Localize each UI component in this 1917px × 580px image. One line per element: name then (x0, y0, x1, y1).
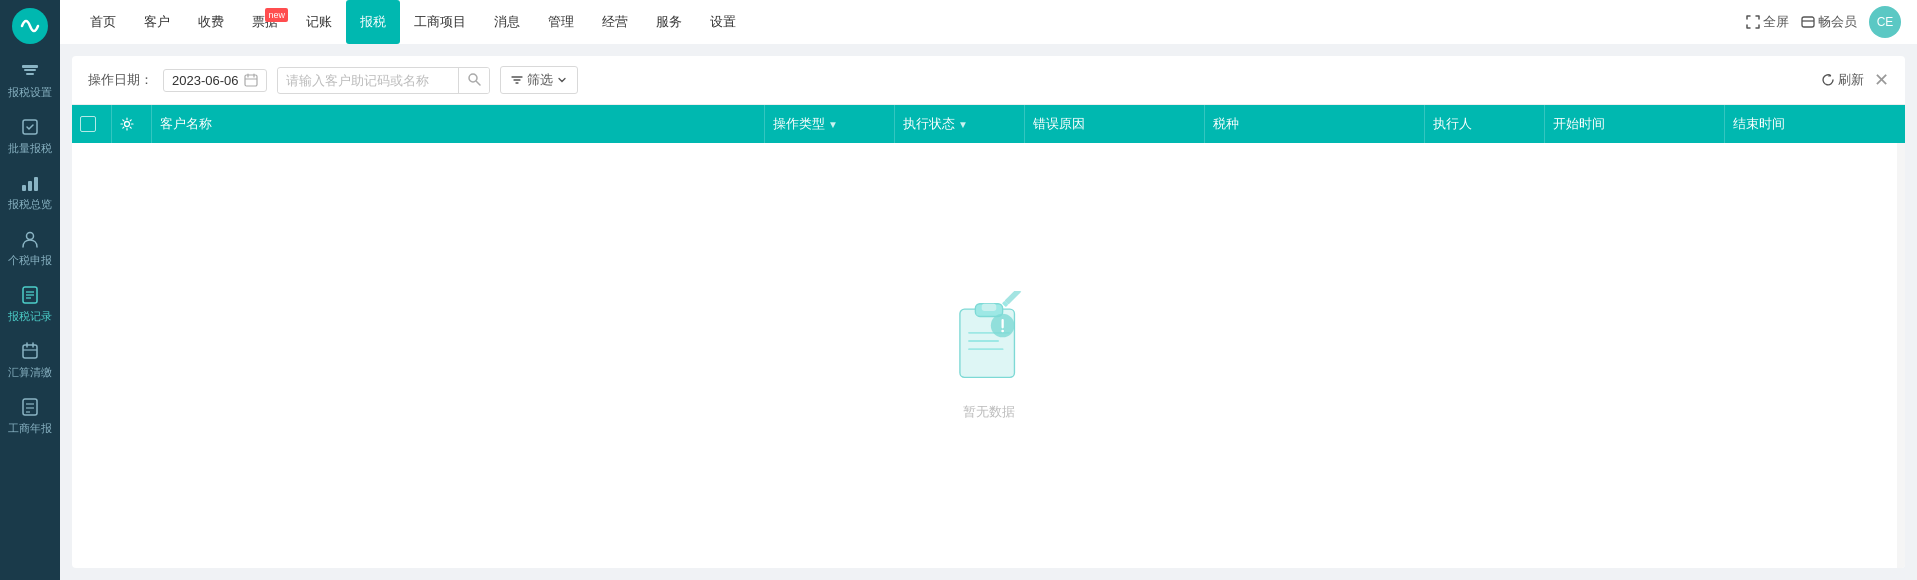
sidebar-item-piliang-baoshui[interactable]: 批量报税 (0, 108, 60, 164)
nav-item-business[interactable]: 工商项目 (400, 0, 480, 44)
svg-rect-23 (245, 75, 257, 86)
avatar[interactable]: CE (1869, 6, 1901, 38)
annual-icon (19, 340, 41, 362)
sidebar-item-baoshui-zongjian[interactable]: 报税总览 (0, 164, 60, 220)
nav-item-clients[interactable]: 客户 (130, 0, 184, 44)
toolbar-right: 刷新 ✕ (1821, 71, 1889, 89)
date-label: 操作日期： (88, 71, 153, 89)
sidebar-item-label: 汇算清缴 (8, 365, 52, 380)
nav-item-management[interactable]: 管理 (534, 0, 588, 44)
sidebar-item-huisuan-jiaona[interactable]: 汇算清缴 (0, 332, 60, 388)
sidebar-item-geshui-shenbao[interactable]: 个税申报 (0, 220, 60, 276)
column-settings-icon (120, 117, 134, 131)
sort-icon-op-type[interactable]: ▼ (828, 119, 838, 130)
sidebar-item-label: 个税申报 (8, 253, 52, 268)
th-start-time: 开始时间 (1545, 105, 1725, 143)
app-logo[interactable] (12, 8, 48, 44)
member-icon (1801, 15, 1815, 29)
th-executor: 执行人 (1425, 105, 1545, 143)
chevron-down-icon (557, 75, 567, 85)
scrollbar-track[interactable] (1897, 143, 1905, 568)
refresh-icon (1821, 73, 1835, 87)
svg-rect-1 (22, 65, 38, 68)
calendar-icon (244, 73, 258, 87)
svg-rect-40 (1004, 291, 1021, 305)
th-checkbox[interactable] (72, 105, 112, 143)
nav-item-tax[interactable]: 报税 (346, 0, 400, 44)
svg-point-27 (469, 74, 477, 82)
svg-point-39 (1001, 329, 1004, 332)
svg-rect-2 (24, 69, 36, 71)
empty-state: 暂无数据 (939, 291, 1039, 421)
nav-item-finance[interactable]: 经营 (588, 0, 642, 44)
nav-item-accounting[interactable]: 记账 (292, 0, 346, 44)
search-box (277, 67, 490, 94)
overview-icon (19, 172, 41, 194)
refresh-button[interactable]: 刷新 (1821, 71, 1864, 89)
svg-rect-13 (23, 345, 37, 358)
svg-point-29 (125, 122, 130, 127)
th-end-time: 结束时间 (1725, 105, 1905, 143)
sidebar-item-label: 工商年报 (8, 421, 52, 436)
table-body: 暂无数据 (72, 143, 1905, 568)
new-badge: new (265, 8, 288, 22)
svg-line-28 (476, 81, 480, 85)
th-settings[interactable] (112, 105, 152, 143)
sidebar-item-gongshang-nianbao[interactable]: 工商年报 (0, 388, 60, 444)
sidebar-item-label: 报税记录 (8, 309, 52, 324)
content-card: 操作日期： 2023-06-06 (72, 56, 1905, 568)
svg-rect-3 (26, 73, 34, 75)
nav-item-settings[interactable]: 设置 (696, 0, 750, 44)
fullscreen-button[interactable]: 全屏 (1746, 13, 1789, 31)
svg-rect-5 (22, 185, 26, 191)
toolbar: 操作日期： 2023-06-06 (72, 56, 1905, 105)
annual-report-icon (19, 396, 41, 418)
nav-item-billing[interactable]: 收费 (184, 0, 238, 44)
search-button[interactable] (458, 68, 489, 93)
personal-icon (19, 228, 41, 250)
svg-point-8 (27, 233, 34, 240)
svg-rect-33 (981, 303, 996, 310)
svg-rect-7 (34, 177, 38, 191)
svg-rect-17 (23, 399, 37, 415)
search-icon (467, 72, 481, 86)
sidebar-item-baoshui-shezhi[interactable]: 报税设置 (0, 52, 60, 108)
filter-button[interactable]: 筛选 (500, 66, 578, 94)
topnav-right: 全屏 畅会员 CE (1746, 6, 1901, 38)
nav-item-home[interactable]: 首页 (76, 0, 130, 44)
sidebar-item-baoshui-jilu[interactable]: 报税记录 (0, 276, 60, 332)
close-button[interactable]: ✕ (1874, 71, 1889, 89)
empty-text: 暂无数据 (963, 403, 1015, 421)
sidebar-item-label: 报税总览 (8, 197, 52, 212)
sidebar: 报税设置 批量报税 报税总览 个税申报 (0, 0, 60, 580)
date-value: 2023-06-06 (172, 73, 239, 88)
batch-icon (19, 116, 41, 138)
content-area: 操作日期： 2023-06-06 (60, 44, 1917, 580)
filter-icon (511, 74, 523, 86)
record-icon (19, 284, 41, 306)
sort-icon-exec-status[interactable]: ▼ (958, 119, 968, 130)
table-header: 客户名称 操作类型 ▼ 执行状态 ▼ 错误原因 税种 执行人 (72, 105, 1905, 143)
th-tax-type: 税种 (1205, 105, 1425, 143)
select-all-checkbox[interactable] (80, 116, 96, 132)
th-op-type: 操作类型 ▼ (765, 105, 895, 143)
sidebar-item-label: 批量报税 (8, 141, 52, 156)
sidebar-item-label: 报税设置 (8, 85, 52, 100)
th-exec-status: 执行状态 ▼ (895, 105, 1025, 143)
search-input[interactable] (278, 69, 458, 92)
settings-icon (19, 60, 41, 82)
top-navigation: 首页 客户 收费 票据 new 记账 报税 工商项目 消息 管理 经营 (60, 0, 1917, 44)
nav-item-invoice[interactable]: 票据 new (238, 0, 292, 44)
empty-icon (939, 291, 1039, 391)
svg-rect-6 (28, 181, 32, 191)
th-client-name: 客户名称 (152, 105, 765, 143)
th-error-reason: 错误原因 (1025, 105, 1205, 143)
member-button[interactable]: 畅会员 (1801, 13, 1857, 31)
nav-item-messages[interactable]: 消息 (480, 0, 534, 44)
fullscreen-icon (1746, 15, 1760, 29)
main-area: 首页 客户 收费 票据 new 记账 报税 工商项目 消息 管理 经营 (60, 0, 1917, 580)
nav-item-services[interactable]: 服务 (642, 0, 696, 44)
date-picker[interactable]: 2023-06-06 (163, 69, 267, 92)
svg-rect-21 (1802, 17, 1814, 27)
